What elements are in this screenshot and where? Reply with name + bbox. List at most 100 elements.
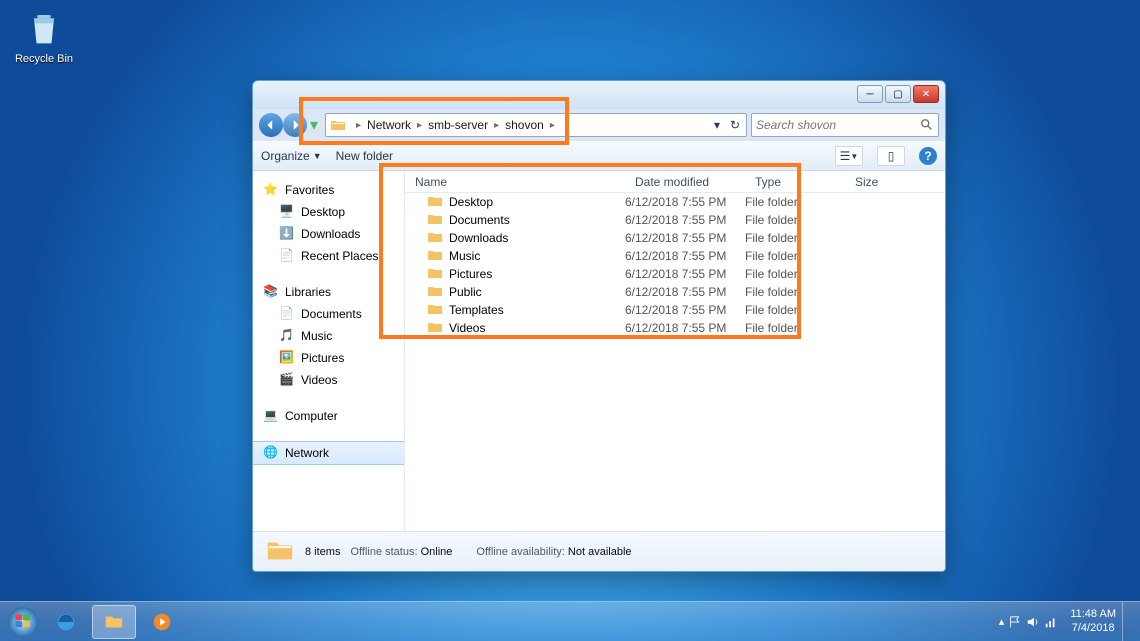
column-name[interactable]: Name [405,175,625,189]
file-name: Templates [449,303,504,317]
file-name: Downloads [449,231,508,245]
maximize-button[interactable]: ▢ [885,85,911,103]
column-type[interactable]: Type [745,175,845,189]
file-row[interactable]: Videos6/12/2018 7:55 PMFile folder [405,319,945,337]
taskbar-explorer[interactable] [92,605,136,639]
file-date: 6/12/2018 7:55 PM [625,195,745,209]
close-button[interactable]: ✕ [913,85,939,103]
network-icon: 🌐 [263,445,279,461]
star-icon: ⭐ [263,182,279,198]
file-date: 6/12/2018 7:55 PM [625,267,745,281]
file-name: Videos [449,321,485,335]
sidebar-computer[interactable]: 💻Computer [253,405,404,427]
desktop-icon: 🖥️ [279,204,295,220]
breadcrumb-sep-icon: ▸ [550,120,555,131]
desktop: Recycle Bin ─ ▢ ✕ ▾ ▸ Network ▸ smb-serv… [0,0,1140,641]
sidebar-item-pictures[interactable]: 🖼️Pictures [253,347,404,369]
status-avail-value: Not available [568,546,632,558]
status-avail-label: Offline availability: [476,546,564,558]
sidebar-item-videos[interactable]: 🎬Videos [253,369,404,391]
file-type: File folder [745,303,845,317]
nav-history-dropdown[interactable]: ▾ [307,113,321,137]
sidebar-item-music[interactable]: 🎵Music [253,325,404,347]
help-button[interactable]: ? [919,147,937,165]
music-icon: 🎵 [279,328,295,344]
file-list: Name Date modified Type Size Desktop 6/12… [405,171,945,531]
file-name: Desktop [449,195,493,209]
file-date: 6/12/2018 7:55 PM [625,213,745,227]
flag-icon[interactable] [1008,615,1022,629]
file-type: File folder [745,267,845,281]
address-dropdown-button[interactable]: ▾ [708,116,726,134]
folder-icon [427,283,443,302]
back-button[interactable] [259,113,283,137]
address-folder-icon [330,117,346,133]
file-row[interactable]: Music 6/12/2018 7:55 PMFile folder [405,247,945,265]
recycle-bin-label: Recycle Bin [12,53,76,65]
toolbar: Organize ▼ New folder ☰▼ ▯ ? [253,141,945,171]
file-date: 6/12/2018 7:55 PM [625,249,745,263]
preview-pane-button[interactable]: ▯ [877,146,905,166]
breadcrumb-network[interactable]: Network [367,118,411,132]
refresh-button[interactable]: ↻ [726,116,744,134]
file-row[interactable]: Public6/12/2018 7:55 PMFile folder [405,283,945,301]
file-type: File folder [745,213,845,227]
taskbar-ie[interactable] [44,605,88,639]
search-input[interactable] [756,118,920,132]
taskbar-mediaplayer[interactable] [140,605,184,639]
taskbar-clock[interactable]: 11:48 AM7/4/2018 [1064,608,1122,634]
breadcrumb-host[interactable]: smb-server [428,118,488,132]
file-type: File folder [745,231,845,245]
file-name: Music [449,249,480,263]
navbar: ▾ ▸ Network ▸ smb-server ▸ shovon ▸ ▾ ↻ [253,109,945,141]
folder-icon [427,211,443,230]
newfolder-button[interactable]: New folder [336,149,393,163]
sidebar-favorites[interactable]: ⭐Favorites [253,179,404,201]
taskbar: ▴ 11:48 AM7/4/2018 [0,601,1140,641]
start-button[interactable] [4,603,42,641]
forward-button[interactable] [283,113,307,137]
breadcrumb-share[interactable]: shovon [505,118,544,132]
show-desktop-button[interactable] [1122,602,1136,641]
file-name: Pictures [449,267,492,281]
file-row[interactable]: Templates6/12/2018 7:55 PMFile folder [405,301,945,319]
file-row[interactable]: Pictures 6/12/2018 7:55 PMFile folder [405,265,945,283]
recent-icon: 📄 [279,248,295,264]
minimize-button[interactable]: ─ [857,85,883,103]
titlebar[interactable]: ─ ▢ ✕ [253,81,945,109]
view-mode-button[interactable]: ☰▼ [835,146,863,166]
status-offline-label: Offline status: [350,546,417,558]
breadcrumb-sep-icon: ▸ [356,120,361,131]
file-row[interactable]: Documents 6/12/2018 7:55 PMFile folder [405,211,945,229]
file-name: Documents [449,213,510,227]
folder-icon [427,247,443,266]
folder-icon [427,229,443,248]
sidebar-item-desktop[interactable]: 🖥️Desktop [253,201,404,223]
file-type: File folder [745,195,845,209]
tray-up-icon[interactable]: ▴ [999,615,1005,628]
search-box[interactable] [751,113,939,137]
file-date: 6/12/2018 7:55 PM [625,231,745,245]
recycle-bin-icon[interactable]: Recycle Bin [12,10,76,65]
nav-pane: ⭐Favorites 🖥️Desktop ⬇️Downloads 📄Recent… [253,171,405,531]
file-type: File folder [745,249,845,263]
sidebar-item-downloads[interactable]: ⬇️Downloads [253,223,404,245]
file-row[interactable]: Desktop 6/12/2018 7:55 PMFile folder [405,193,945,211]
organize-button[interactable]: Organize ▼ [261,149,322,163]
network-tray-icon[interactable] [1044,615,1058,629]
column-date[interactable]: Date modified [625,175,745,189]
sidebar-item-recent[interactable]: 📄Recent Places [253,245,404,267]
folder-icon [427,193,443,212]
address-bar[interactable]: ▸ Network ▸ smb-server ▸ shovon ▸ ▾ ↻ [325,113,747,137]
column-size[interactable]: Size [845,175,925,189]
sidebar-item-documents[interactable]: 📄Documents [253,303,404,325]
sidebar-network[interactable]: 🌐Network [253,441,404,465]
system-tray[interactable]: ▴ [993,615,1065,629]
videos-icon: 🎬 [279,372,295,388]
file-date: 6/12/2018 7:55 PM [625,321,745,335]
sidebar-libraries[interactable]: 📚Libraries [253,281,404,303]
status-count: 8 items [305,546,340,558]
volume-icon[interactable] [1026,615,1040,629]
folder-icon [265,535,295,568]
file-row[interactable]: Downloads 6/12/2018 7:55 PMFile folder [405,229,945,247]
